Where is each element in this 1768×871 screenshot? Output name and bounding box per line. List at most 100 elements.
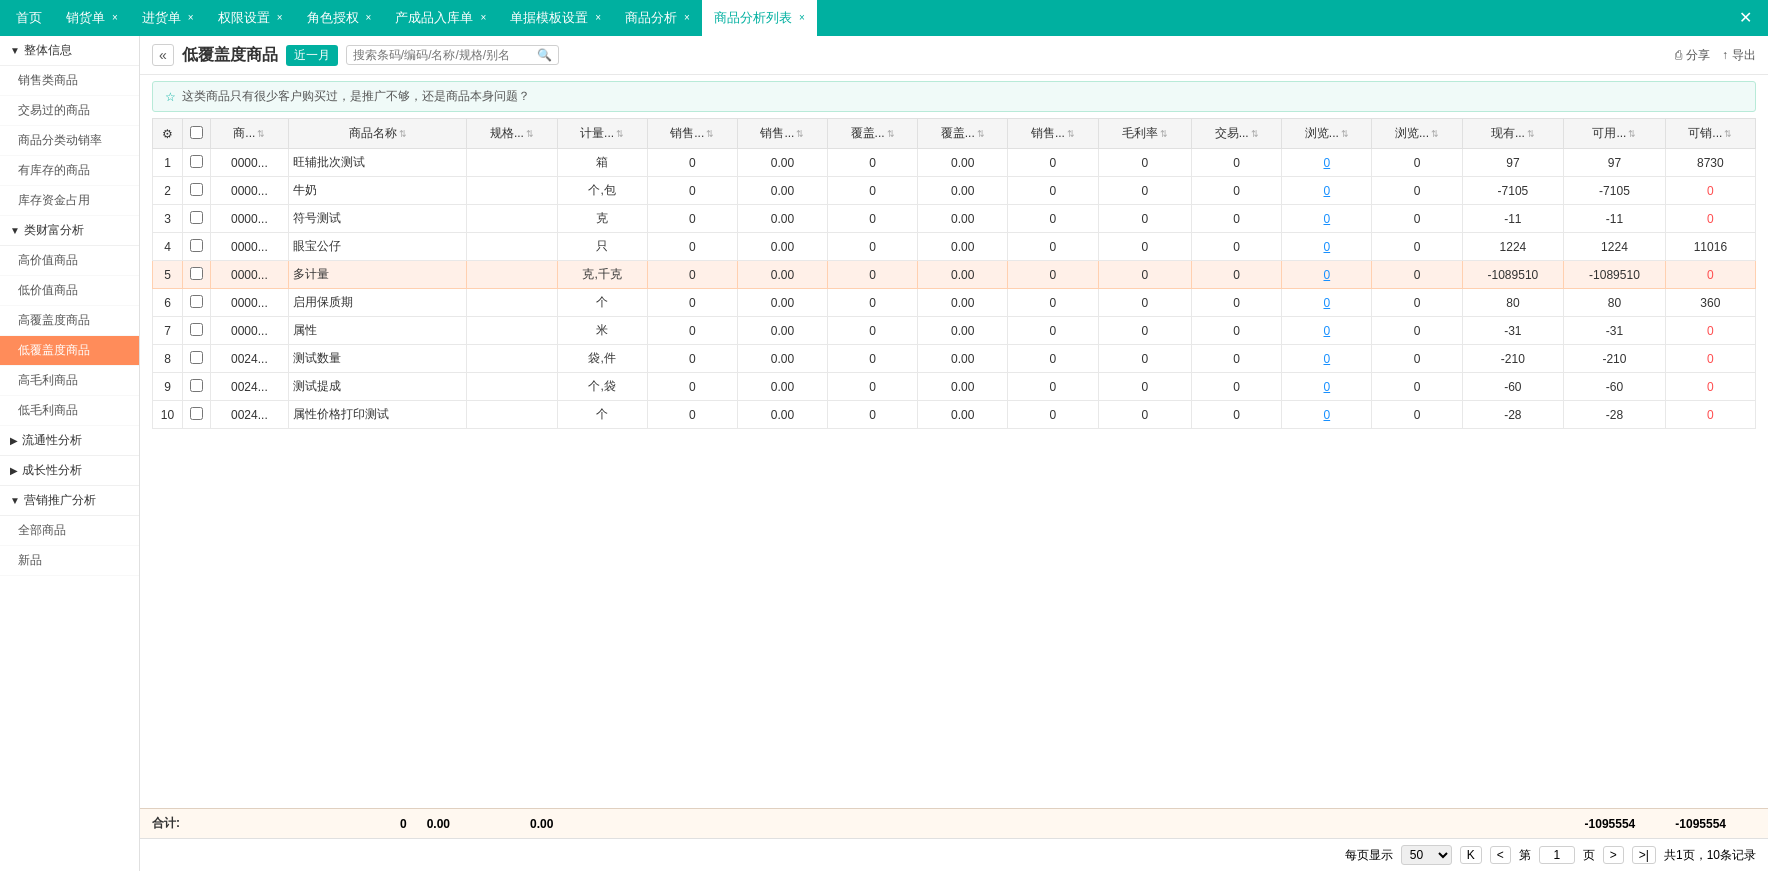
- row-browse1[interactable]: 0: [1282, 289, 1372, 317]
- first-page-button[interactable]: K: [1460, 846, 1482, 864]
- row-checkbox[interactable]: [183, 233, 211, 261]
- row-sales3: 0: [1008, 149, 1098, 177]
- col-code[interactable]: 商...⇅: [211, 119, 289, 149]
- sidebar-collapse-button[interactable]: «: [152, 44, 174, 66]
- sidebar-item-high-value[interactable]: 高价值商品: [0, 246, 139, 276]
- nav-home[interactable]: 首页: [4, 0, 54, 36]
- nav-permissions-close[interactable]: ×: [277, 0, 283, 36]
- col-spec[interactable]: 规格...⇅: [467, 119, 557, 149]
- row-name: 多计量: [288, 261, 467, 289]
- row-trade: 0: [1192, 401, 1282, 429]
- nav-goods-analysis-list[interactable]: 商品分析列表 ×: [702, 0, 817, 36]
- row-browse1[interactable]: 0: [1282, 373, 1372, 401]
- next-page-button[interactable]: >: [1603, 846, 1624, 864]
- nav-finished-goods-close[interactable]: ×: [480, 0, 486, 36]
- row-cover1: 0: [828, 401, 918, 429]
- row-browse1[interactable]: 0: [1282, 233, 1372, 261]
- window-close-button[interactable]: ✕: [1727, 0, 1764, 36]
- share-button[interactable]: ⎙ 分享: [1675, 47, 1710, 64]
- prev-page-button[interactable]: <: [1490, 846, 1511, 864]
- sidebar-item-category-turnover[interactable]: 商品分类动销率: [0, 126, 139, 156]
- nav-goods-analysis-close[interactable]: ×: [684, 0, 690, 36]
- per-page-select[interactable]: 50 100 200: [1401, 845, 1452, 865]
- row-sales1: 0: [647, 289, 737, 317]
- col-available[interactable]: 可用...⇅: [1564, 119, 1666, 149]
- nav-template-settings-close[interactable]: ×: [595, 0, 601, 36]
- row-current: -28: [1462, 401, 1564, 429]
- row-browse1[interactable]: 0: [1282, 401, 1372, 429]
- col-current[interactable]: 现有...⇅: [1462, 119, 1564, 149]
- nav-template-settings[interactable]: 单据模板设置 ×: [498, 0, 613, 36]
- col-trade[interactable]: 交易...⇅: [1192, 119, 1282, 149]
- sidebar-item-stock-capital[interactable]: 库存资金占用: [0, 186, 139, 216]
- row-browse1[interactable]: 0: [1282, 177, 1372, 205]
- sidebar-section-liquidity[interactable]: ▶ 流通性分析: [0, 426, 139, 456]
- row-gross-rate: 0: [1098, 205, 1192, 233]
- select-all-checkbox[interactable]: [190, 126, 203, 139]
- row-browse1[interactable]: 0: [1282, 149, 1372, 177]
- row-browse1[interactable]: 0: [1282, 317, 1372, 345]
- col-name[interactable]: 商品名称⇅: [288, 119, 467, 149]
- row-unit: 个: [557, 289, 647, 317]
- sidebar-item-all-goods[interactable]: 全部商品: [0, 516, 139, 546]
- sidebar-item-in-stock-goods[interactable]: 有库存的商品: [0, 156, 139, 186]
- row-browse1[interactable]: 0: [1282, 261, 1372, 289]
- nav-sales-order[interactable]: 销货单 ×: [54, 0, 130, 36]
- col-sales1[interactable]: 销售...⇅: [647, 119, 737, 149]
- nav-goods-analysis[interactable]: 商品分析 ×: [613, 0, 702, 36]
- row-browse2: 0: [1372, 233, 1462, 261]
- sidebar-section-growth[interactable]: ▶ 成长性分析: [0, 456, 139, 486]
- sidebar-item-traded-goods[interactable]: 交易过的商品: [0, 96, 139, 126]
- sidebar-item-low-coverage[interactable]: 低覆盖度商品: [0, 336, 139, 366]
- period-button[interactable]: 近一月: [286, 45, 338, 66]
- sidebar-item-sales-goods[interactable]: 销售类商品: [0, 66, 139, 96]
- row-checkbox[interactable]: [183, 205, 211, 233]
- col-gross-rate[interactable]: 毛利率⇅: [1098, 119, 1192, 149]
- table-header-row: ⚙ 商...⇅ 商品名称⇅ 规格...⇅ 计量...⇅ 销售...⇅ 销售...…: [153, 119, 1756, 149]
- row-checkbox[interactable]: [183, 401, 211, 429]
- row-checkbox[interactable]: [183, 289, 211, 317]
- row-browse1[interactable]: 0: [1282, 345, 1372, 373]
- row-sales1: 0: [647, 261, 737, 289]
- nav-permissions[interactable]: 权限设置 ×: [206, 0, 295, 36]
- sidebar-item-high-coverage[interactable]: 高覆盖度商品: [0, 306, 139, 336]
- search-input[interactable]: [353, 48, 533, 62]
- row-browse1[interactable]: 0: [1282, 205, 1372, 233]
- nav-role-auth[interactable]: 角色授权 ×: [295, 0, 384, 36]
- last-page-button[interactable]: >|: [1632, 846, 1656, 864]
- col-cover2[interactable]: 覆盖...⇅: [918, 119, 1008, 149]
- row-checkbox[interactable]: [183, 317, 211, 345]
- nav-sales-order-close[interactable]: ×: [112, 0, 118, 36]
- sidebar-item-high-margin[interactable]: 高毛利商品: [0, 366, 139, 396]
- row-checkbox[interactable]: [183, 261, 211, 289]
- sidebar-item-low-margin[interactable]: 低毛利商品: [0, 396, 139, 426]
- page-number-input[interactable]: [1539, 846, 1575, 864]
- row-checkbox[interactable]: [183, 177, 211, 205]
- nav-purchase-order-close[interactable]: ×: [188, 0, 194, 36]
- sidebar-item-new-goods[interactable]: 新品: [0, 546, 139, 576]
- col-browse1[interactable]: 浏览...⇅: [1282, 119, 1372, 149]
- nav-goods-analysis-list-close[interactable]: ×: [799, 0, 805, 36]
- nav-finished-goods[interactable]: 产成品入库单 ×: [383, 0, 498, 36]
- col-cover1[interactable]: 覆盖...⇅: [828, 119, 918, 149]
- sidebar-section-marketing[interactable]: ▼ 营销推广分析: [0, 486, 139, 516]
- nav-role-auth-close[interactable]: ×: [366, 0, 372, 36]
- row-checkbox[interactable]: [183, 373, 211, 401]
- col-settings[interactable]: ⚙: [153, 119, 183, 149]
- row-checkbox[interactable]: [183, 345, 211, 373]
- col-sales2[interactable]: 销售...⇅: [737, 119, 827, 149]
- export-button[interactable]: ↑ 导出: [1722, 47, 1756, 64]
- nav-purchase-order[interactable]: 进货单 ×: [130, 0, 206, 36]
- sidebar-item-low-value[interactable]: 低价值商品: [0, 276, 139, 306]
- row-sales3: 0: [1008, 401, 1098, 429]
- header-actions: ⎙ 分享 ↑ 导出: [1675, 47, 1756, 64]
- search-icon[interactable]: 🔍: [537, 48, 552, 62]
- sidebar-section-overall[interactable]: ▼ 整体信息: [0, 36, 139, 66]
- sidebar-section-wealth[interactable]: ▼ 类财富分析: [0, 216, 139, 246]
- col-browse2[interactable]: 浏览...⇅: [1372, 119, 1462, 149]
- row-checkbox[interactable]: [183, 149, 211, 177]
- col-unit[interactable]: 计量...⇅: [557, 119, 647, 149]
- col-sellable[interactable]: 可销...⇅: [1665, 119, 1755, 149]
- row-current: -60: [1462, 373, 1564, 401]
- col-sales3[interactable]: 销售...⇅: [1008, 119, 1098, 149]
